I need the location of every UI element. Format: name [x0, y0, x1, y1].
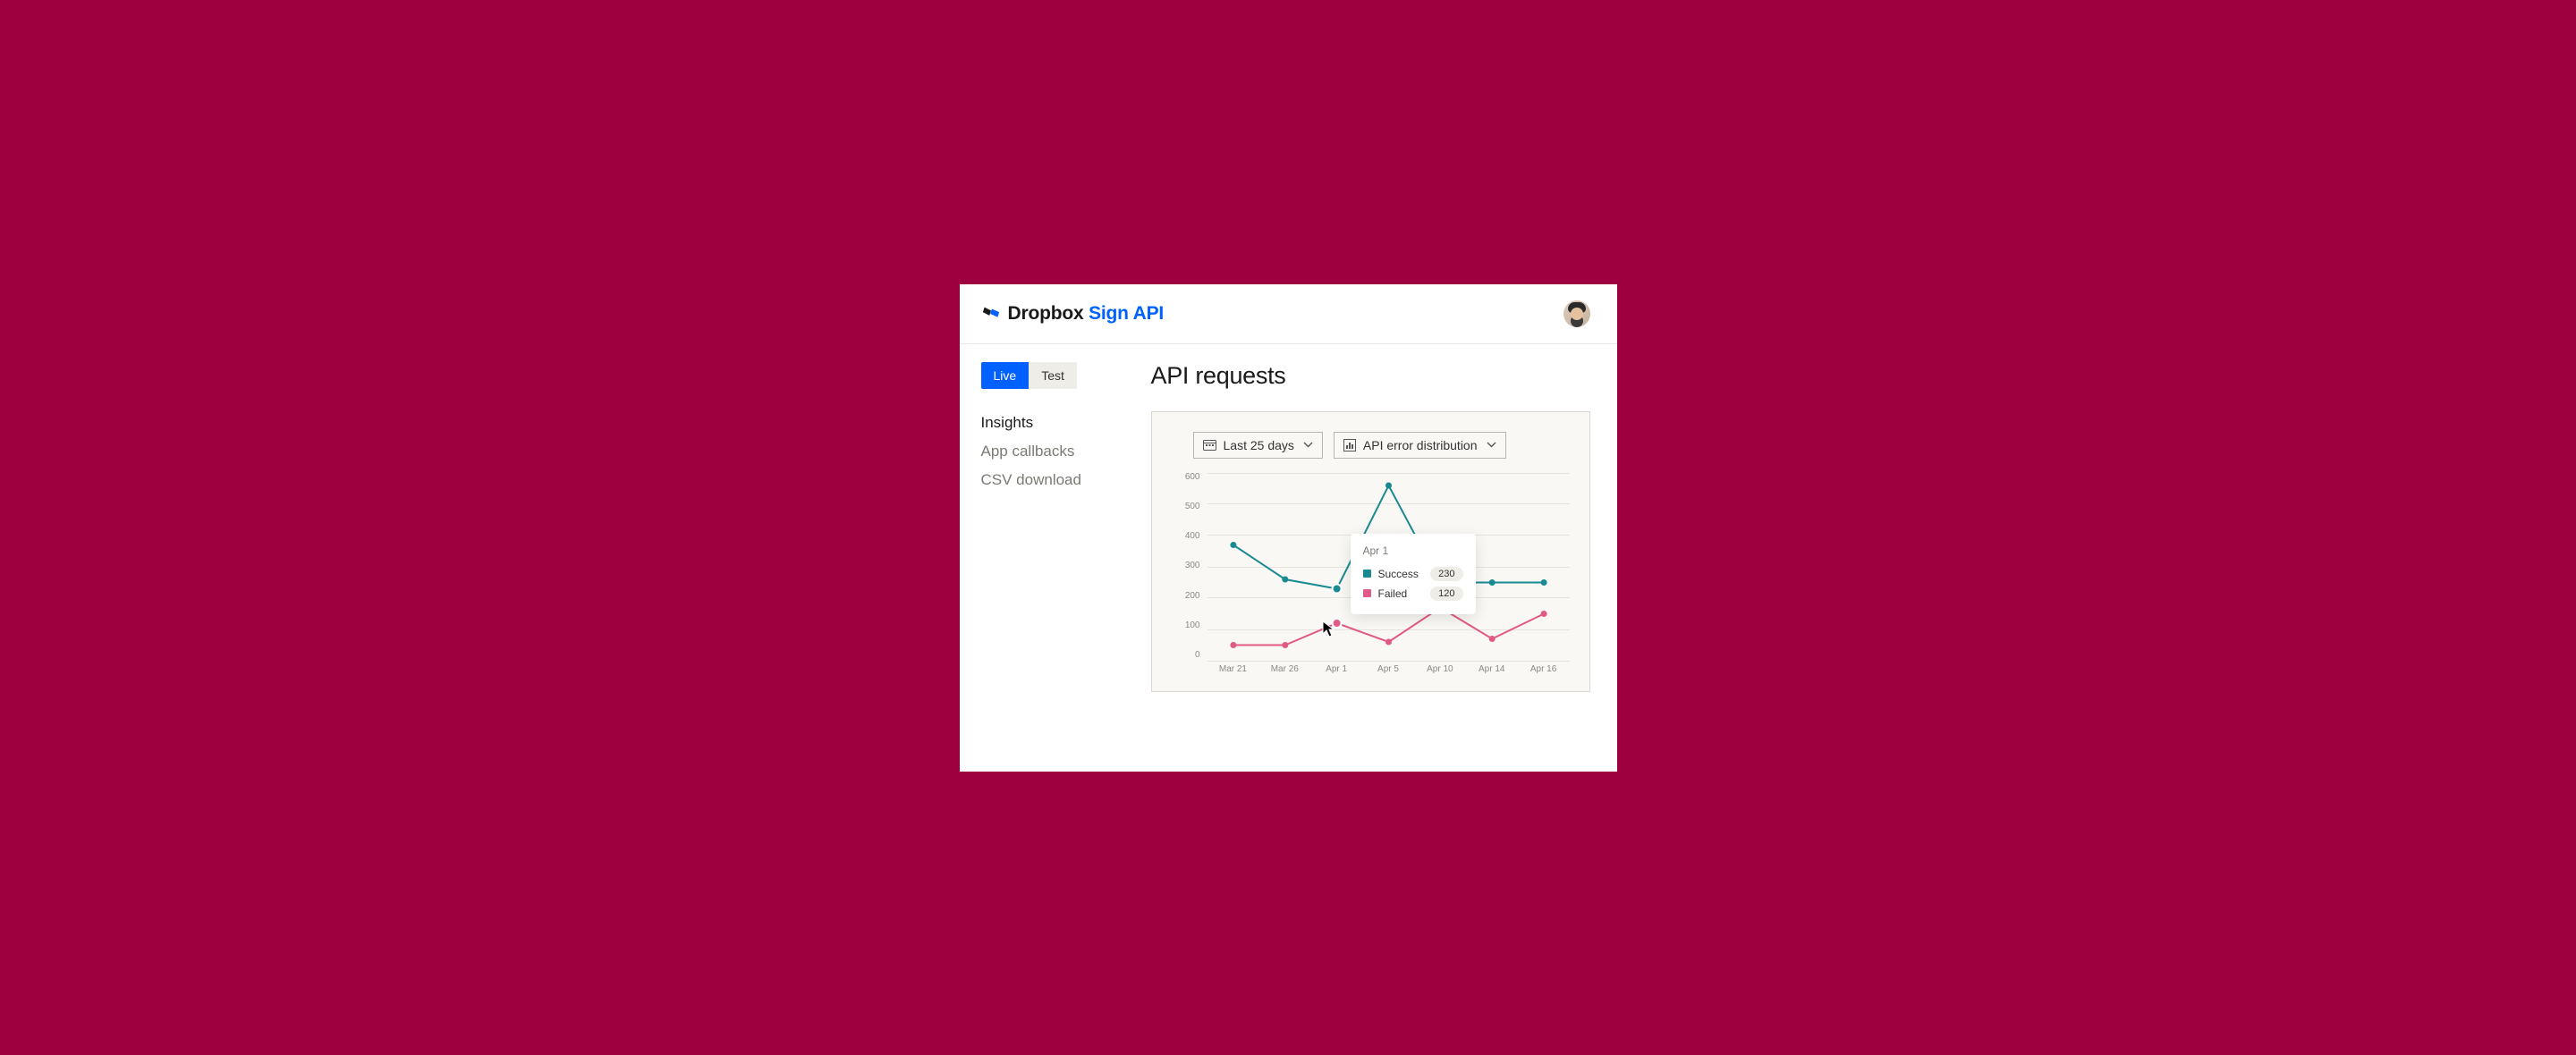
main: API requests Last 25 days: [1151, 362, 1590, 745]
distribution-label: API error distribution: [1363, 438, 1478, 452]
brand-name-product: Sign API: [1089, 303, 1164, 324]
mode-toggle: Live Test: [981, 362, 1124, 389]
distribution-dropdown[interactable]: API error distribution: [1334, 432, 1506, 459]
calendar-icon: [1203, 439, 1216, 452]
y-tick: 100: [1168, 621, 1200, 630]
date-range-dropdown[interactable]: Last 25 days: [1193, 432, 1323, 459]
x-tick: Mar 26: [1258, 664, 1310, 679]
x-tick: Apr 10: [1414, 664, 1466, 679]
y-tick: 0: [1168, 651, 1200, 660]
chevron-down-icon: [1487, 442, 1496, 448]
chart-area: 600 500 400 300 200 100 0 Apr 1 Success: [1168, 473, 1573, 679]
body: Live Test Insights App callbacks CSV dow…: [960, 344, 1617, 772]
date-range-label: Last 25 days: [1224, 438, 1294, 452]
chart-plot[interactable]: Apr 1 Success 230: [1208, 473, 1570, 661]
y-tick: 200: [1168, 592, 1200, 601]
chart-y-axis: 600 500 400 300 200 100 0: [1168, 473, 1200, 661]
tooltip-value-success: 230: [1430, 567, 1462, 581]
chart-x-axis: Mar 21Mar 26Apr 1Apr 5Apr 10Apr 14Apr 16: [1208, 664, 1570, 679]
chart-card: Last 25 days API error distribution: [1151, 411, 1590, 692]
tooltip-row-success: Success 230: [1363, 564, 1463, 584]
sidebar: Live Test Insights App callbacks CSV dow…: [981, 362, 1124, 745]
brand-name: Dropbox Sign API: [1008, 303, 1165, 325]
avatar[interactable]: [1563, 300, 1590, 327]
x-tick: Apr 1: [1310, 664, 1362, 679]
swatch-success-icon: [1363, 570, 1371, 578]
mode-test-button[interactable]: Test: [1029, 362, 1077, 389]
chart-controls: Last 25 days API error distribution: [1193, 432, 1573, 459]
sidebar-item-insights[interactable]: Insights: [981, 409, 1124, 437]
tooltip-date: Apr 1: [1363, 544, 1463, 557]
page-title: API requests: [1151, 362, 1590, 390]
y-tick: 300: [1168, 561, 1200, 570]
y-tick: 400: [1168, 532, 1200, 541]
dropbox-sign-logo-icon: [981, 304, 1001, 324]
tooltip-value-failed: 120: [1430, 587, 1462, 601]
sidebar-nav: Insights App callbacks CSV download: [981, 409, 1124, 494]
y-tick: 600: [1168, 473, 1200, 482]
tooltip-label-failed: Failed: [1378, 587, 1408, 600]
tooltip-label-success: Success: [1378, 568, 1419, 580]
brand-name-primary: Dropbox: [1008, 303, 1084, 324]
brand: Dropbox Sign API: [981, 303, 1165, 325]
sidebar-item-app-callbacks[interactable]: App callbacks: [981, 437, 1124, 466]
sidebar-item-csv-download[interactable]: CSV download: [981, 466, 1124, 494]
x-tick: Apr 16: [1518, 664, 1570, 679]
chevron-down-icon: [1303, 442, 1313, 448]
app-window: Dropbox Sign API Live Test Insights App …: [960, 284, 1617, 772]
mode-live-button[interactable]: Live: [981, 362, 1030, 389]
swatch-failed-icon: [1363, 589, 1371, 597]
y-tick: 500: [1168, 502, 1200, 511]
x-tick: Mar 21: [1208, 664, 1259, 679]
topbar: Dropbox Sign API: [960, 284, 1617, 344]
tooltip-row-failed: Failed 120: [1363, 584, 1463, 603]
x-tick: Apr 14: [1466, 664, 1518, 679]
x-tick: Apr 5: [1362, 664, 1414, 679]
chart-tooltip: Apr 1 Success 230: [1351, 534, 1476, 614]
bar-chart-icon: [1343, 439, 1356, 452]
